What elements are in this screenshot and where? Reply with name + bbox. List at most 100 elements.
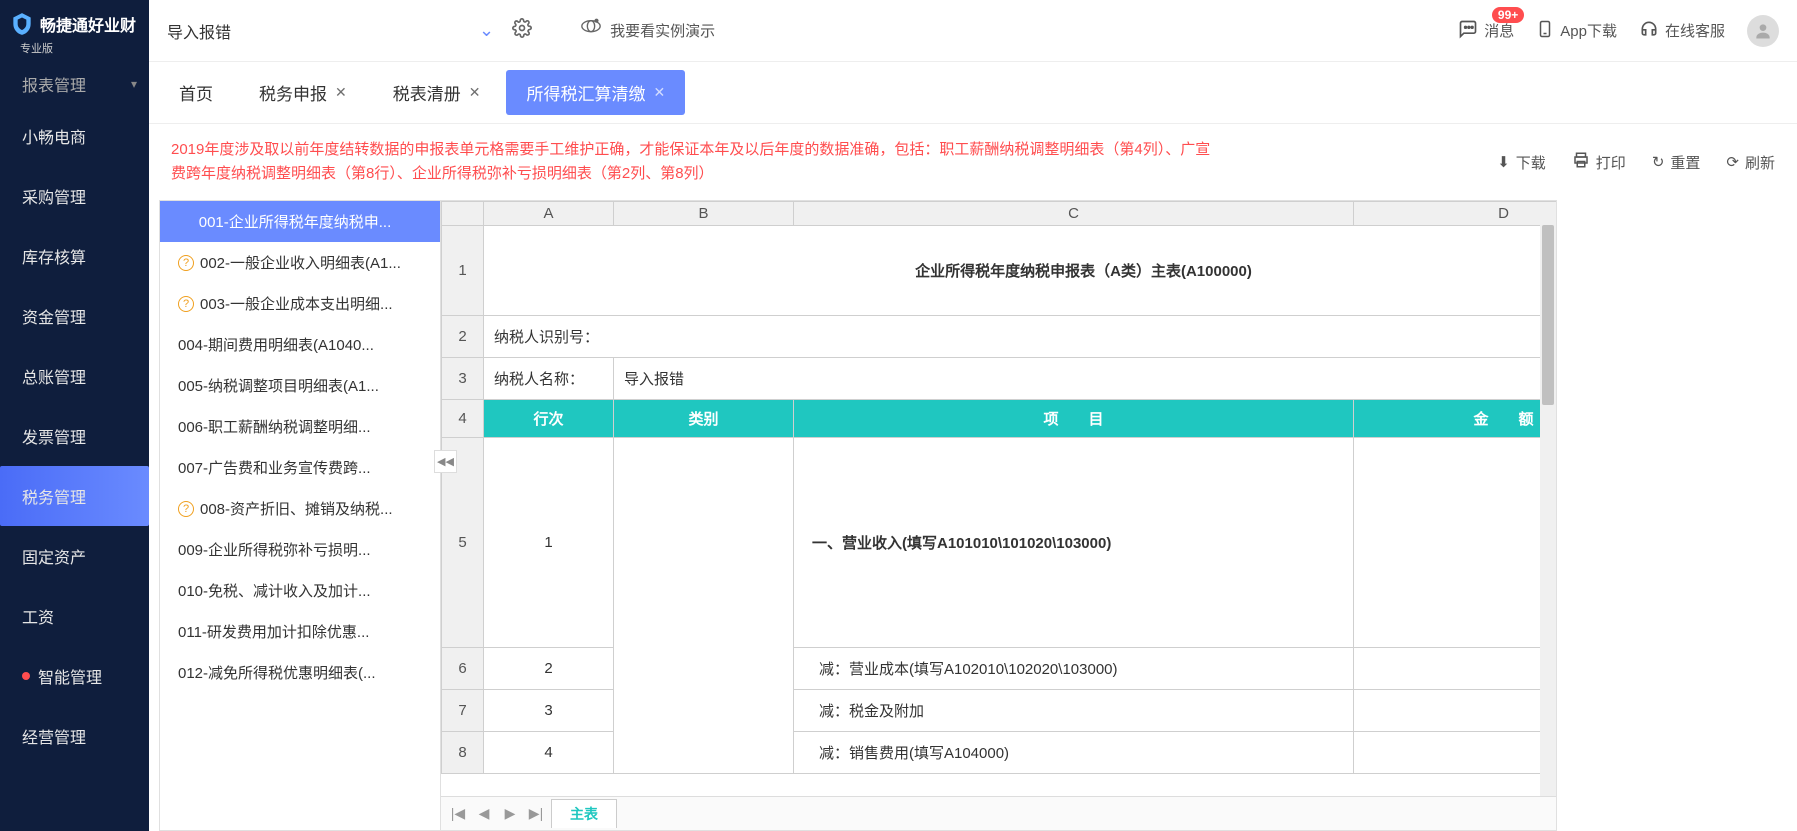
print-button[interactable]: 打印 [1572, 151, 1626, 173]
cell[interactable]: 一、营业收入(填写A101010\101020\103000) [794, 438, 1354, 648]
col-header[interactable]: D [1354, 202, 1557, 226]
sheet-nav-last[interactable]: ▶| [525, 803, 547, 825]
refresh-button[interactable]: ⟳刷新 [1726, 151, 1775, 173]
sheet-nav-prev[interactable]: ◀ [473, 803, 495, 825]
collapse-panel-button[interactable]: ◀◀ [434, 450, 457, 473]
nav-item-purchase[interactable]: 采购管理 [0, 166, 149, 226]
sheet-header-cell[interactable]: 金 额 [1354, 400, 1557, 438]
row-header[interactable]: 8 [442, 732, 484, 774]
form-item[interactable]: 010-免税、减计收入及加计... [160, 570, 440, 611]
brand-name: 畅捷通好业财 [40, 12, 136, 36]
cell-label: 纳税人识别号： [494, 329, 599, 346]
nav-item-ecommerce[interactable]: 小畅电商 [0, 106, 149, 166]
chevron-down-icon[interactable]: ⌄ [479, 20, 494, 41]
cell[interactable] [1354, 648, 1557, 690]
row-header[interactable]: 6 [442, 648, 484, 690]
form-item[interactable]: 001-企业所得税年度纳税申... [160, 201, 440, 242]
form-item[interactable]: 005-纳税调整项目明细表(A1... [160, 365, 440, 406]
form-item-label: 008-资产折旧、摊销及纳税... [200, 498, 393, 519]
nav-item-operation[interactable]: 经营管理 [0, 706, 149, 766]
brand-edition: 专业版 [0, 40, 149, 62]
sheet-header-cell[interactable]: 行次 [484, 400, 614, 438]
demo-label: 我要看实例演示 [610, 20, 715, 41]
cell[interactable]: 减：销售费用(填写A104000) [794, 732, 1354, 774]
cell[interactable]: 减：营业成本(填写A102010\102020\103000) [794, 648, 1354, 690]
tab-label: 税务申报 [259, 80, 327, 105]
form-item[interactable]: 007-广告费和业务宣传费跨... [160, 447, 440, 488]
col-header[interactable]: B [614, 202, 794, 226]
cell[interactable]: 1 [484, 438, 614, 648]
chevron-down-icon: ▾ [131, 77, 137, 91]
cell[interactable] [1354, 690, 1557, 732]
col-header[interactable]: C [794, 202, 1354, 226]
close-icon[interactable]: ✕ [469, 84, 481, 101]
cell[interactable] [1354, 732, 1557, 774]
tab-tax-register[interactable]: 税表清册✕ [373, 70, 501, 115]
cell[interactable]: 2 [484, 648, 614, 690]
sheet-tab[interactable]: 主表 [551, 799, 617, 828]
messages-button[interactable]: 消息 99+ [1458, 19, 1514, 43]
sheet-corner[interactable] [442, 202, 484, 226]
phone-icon [1536, 19, 1554, 43]
spreadsheet: A B C D 1 企业所得税年度纳税申报表（A类）主表(A100000) 2 [441, 200, 1557, 831]
sheet-grid[interactable]: A B C D 1 企业所得税年度纳税申报表（A类）主表(A100000) 2 [441, 201, 1556, 796]
nav-item-salary[interactable]: 工资 [0, 586, 149, 646]
tab-home[interactable]: 首页 [159, 70, 233, 115]
topbar: 导入报错 ⌄ 我要看实例演示 消息 99+ [149, 0, 1797, 62]
row-header[interactable]: 4 [442, 400, 484, 438]
cell[interactable]: 减：税金及附加 [794, 690, 1354, 732]
sheet-header-cell[interactable]: 项 目 [794, 400, 1354, 438]
gear-icon[interactable] [512, 18, 532, 43]
cell[interactable] [1354, 438, 1557, 648]
customer-service-button[interactable]: 在线客服 [1639, 19, 1725, 43]
form-item[interactable]: 006-职工薪酬纳税调整明细... [160, 406, 440, 447]
row-header[interactable]: 2 [442, 316, 484, 358]
chat-icon [1458, 19, 1478, 43]
globe-icon [580, 17, 602, 44]
close-icon[interactable]: ✕ [653, 84, 665, 101]
close-icon[interactable]: ✕ [335, 84, 347, 101]
nav-item-assets[interactable]: 固定资产 [0, 526, 149, 586]
nav-item-funds[interactable]: 资金管理 [0, 286, 149, 346]
form-item[interactable]: 012-减免所得税优惠明细表(... [160, 652, 440, 693]
app-download-label: App下载 [1560, 20, 1617, 41]
vertical-scrollbar[interactable] [1540, 225, 1556, 796]
cell[interactable]: 纳税人名称： [484, 358, 614, 400]
cell[interactable]: 4 [484, 732, 614, 774]
app-download-button[interactable]: App下载 [1536, 19, 1617, 43]
nav-item-invoice[interactable]: 发票管理 [0, 406, 149, 466]
tabs: 首页 税务申报 ✕ 税表清册✕ 所得税汇算清缴✕ [149, 62, 1797, 124]
sheet-nav-next[interactable]: ▶ [499, 803, 521, 825]
download-button[interactable]: ⬇下载 [1497, 151, 1546, 173]
tab-income-tax[interactable]: 所得税汇算清缴✕ [506, 70, 685, 115]
scrollbar-thumb[interactable] [1542, 225, 1554, 405]
nav-item-truncated[interactable]: 报表管理▾ [0, 62, 149, 106]
reset-button[interactable]: ↻重置 [1652, 151, 1701, 173]
demo-link[interactable]: 我要看实例演示 [580, 17, 715, 44]
cell[interactable] [614, 438, 794, 774]
row-header[interactable]: 7 [442, 690, 484, 732]
row-header[interactable]: 1 [442, 226, 484, 316]
nav-item-tax[interactable]: 税务管理 [0, 466, 149, 526]
col-header[interactable]: A [484, 202, 614, 226]
tab-tax-declare[interactable]: 税务申报 ✕ [239, 70, 367, 115]
help-icon: ? [178, 501, 194, 517]
avatar[interactable] [1747, 15, 1779, 47]
nav-item-inventory[interactable]: 库存核算 [0, 226, 149, 286]
form-item[interactable]: ?003-一般企业成本支出明细... [160, 283, 440, 324]
row-header[interactable]: 3 [442, 358, 484, 400]
form-item[interactable]: ?002-一般企业收入明细表(A1... [160, 242, 440, 283]
sheet-header-cell[interactable]: 类别 [614, 400, 794, 438]
cell[interactable]: 导入报错 [614, 358, 1557, 400]
cell[interactable]: 3 [484, 690, 614, 732]
refresh-icon: ⟳ [1726, 153, 1739, 171]
sheet-nav-first[interactable]: |◀ [447, 803, 469, 825]
nav-item-smart[interactable]: 智能管理 [0, 646, 149, 706]
form-item[interactable]: 011-研发费用加计扣除优惠... [160, 611, 440, 652]
form-item[interactable]: 009-企业所得税弥补亏损明... [160, 529, 440, 570]
nav-item-ledger[interactable]: 总账管理 [0, 346, 149, 406]
sheet-title[interactable]: 企业所得税年度纳税申报表（A类）主表(A100000) [484, 226, 1557, 316]
form-item[interactable]: 004-期间费用明细表(A1040... [160, 324, 440, 365]
form-item[interactable]: ? 008-资产折旧、摊销及纳税... [160, 488, 440, 529]
cell[interactable]: 纳税人识别号： [484, 316, 1557, 358]
